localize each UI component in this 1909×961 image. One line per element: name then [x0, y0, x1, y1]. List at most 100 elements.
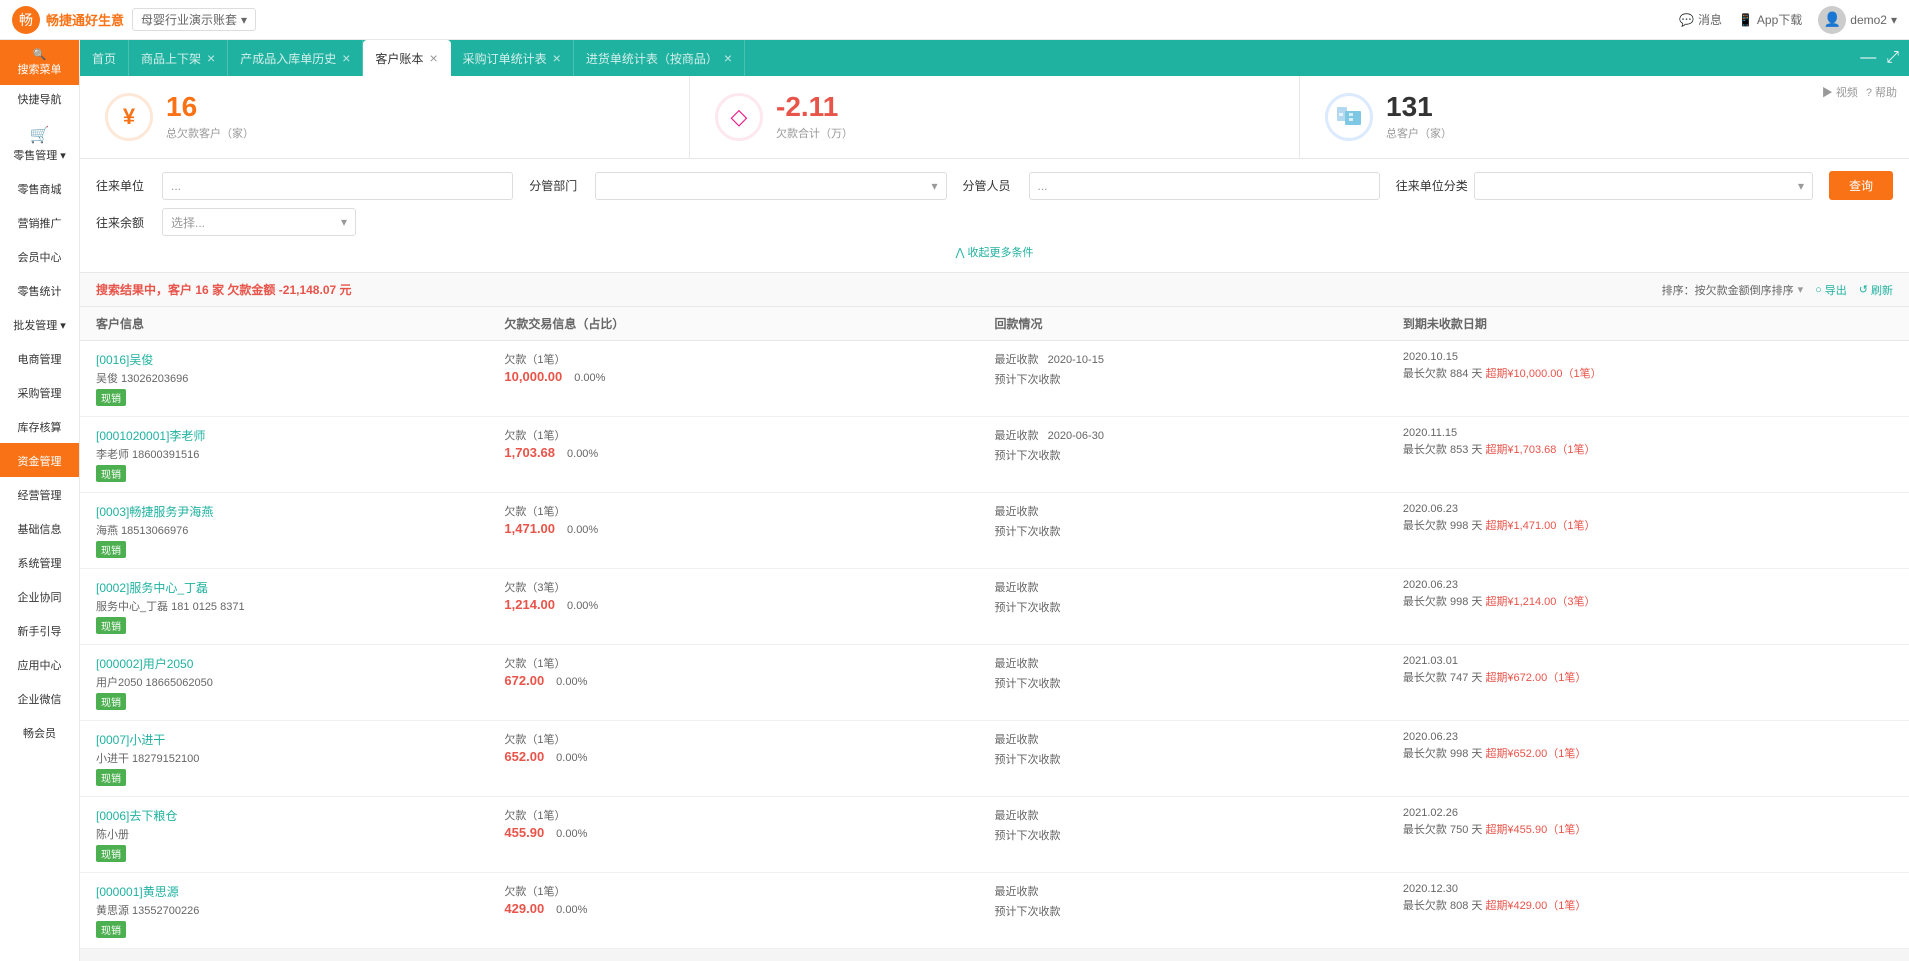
app-download-button[interactable]: 📱 App下载: [1738, 11, 1802, 28]
export-button[interactable]: ○ 导出: [1815, 282, 1847, 298]
overdue-link-0003[interactable]: 超期¥1,471.00（1笔）: [1485, 520, 1595, 532]
tab-customer-account[interactable]: 客户账本 ×: [363, 40, 450, 76]
operation-label: 经营管理: [4, 487, 75, 503]
sidebar-item-batch-mgmt[interactable]: 批发管理 ▾: [0, 307, 79, 341]
overdue-link-0016[interactable]: 超期¥10,000.00（1笔）: [1485, 368, 1601, 380]
overdue-link-00010200001[interactable]: 超期¥1,703.68（1笔）: [1485, 444, 1595, 456]
table-header: 客户信息 欠款交易信息（占比） 回款情况 到期未收款日期: [80, 307, 1909, 341]
person-input[interactable]: ...: [1029, 172, 1380, 200]
customer-name-0016[interactable]: [0016]吴俊: [96, 353, 153, 367]
refresh-button[interactable]: ↺ 刷新: [1859, 282, 1893, 298]
return-info-0003: 最近收款 预计下次收款: [995, 503, 1403, 539]
inventory-label: 库存核算: [4, 419, 75, 435]
dept-select[interactable]: ▾: [595, 172, 946, 200]
table-row: [0002]服务中心_丁磊 服务中心_丁磊 181 0125 8371 现销 欠…: [80, 569, 1909, 645]
unit-class-select[interactable]: ▾: [1474, 172, 1813, 200]
debt-info-0007: 欠款（1笔） 652.00 0.00%: [504, 731, 994, 766]
sidebar-item-retail-stats[interactable]: 零售统计: [0, 273, 79, 307]
sidebar-item-marketing[interactable]: 营销推广: [0, 205, 79, 239]
collapse-button[interactable]: ⋀ 收起更多条件: [955, 244, 1033, 260]
retail-stats-label: 零售统计: [4, 283, 75, 299]
overdue-link-0006[interactable]: 超期¥455.90（1笔）: [1485, 824, 1586, 836]
customer-name-000001[interactable]: [000001]黄思源: [96, 885, 179, 899]
sidebar-item-membership[interactable]: 会员中心: [0, 239, 79, 273]
tab-purchase-order-stats-close[interactable]: ×: [553, 50, 561, 66]
due-days-0003: 最长欠款 998 天 超期¥1,471.00（1笔）: [1403, 517, 1893, 533]
return-next-000001: 预计下次收款: [995, 903, 1403, 919]
video-button[interactable]: ▶ 视频: [1822, 84, 1858, 100]
due-info-0003: 2020.06.23 最长欠款 998 天 超期¥1,471.00（1笔）: [1403, 503, 1893, 533]
tab-purchase-stats-product[interactable]: 进货单统计表（按商品） ×: [574, 40, 745, 76]
sort-selector[interactable]: 排序：按欠款金额倒序排序 ▾: [1662, 282, 1804, 298]
tab-customer-account-label: 客户账本: [375, 50, 423, 67]
sidebar-item-basic-info[interactable]: 基础信息: [0, 511, 79, 545]
stat-total-customers-content: 131 总客户（家）: [1386, 93, 1452, 141]
customer-name-0002[interactable]: [0002]服务中心_丁磊: [96, 581, 208, 595]
table-row: [0001020001]李老师 李老师 18600391516 现销 欠款（1笔…: [80, 417, 1909, 493]
sidebar-item-retail-mgmt[interactable]: 🛒 零售管理 ▾: [0, 117, 79, 171]
balance-select[interactable]: 选择... ▾: [162, 208, 356, 236]
filter-dept: 分管部门 ▾: [529, 172, 946, 200]
tab-production-history[interactable]: 产成品入库单历史 ×: [228, 40, 363, 76]
stat-debt-total-label: 欠款合计（万）: [776, 125, 853, 141]
results-amount-prefix: 欠款金额: [227, 283, 275, 297]
sidebar-item-finance[interactable]: 资金管理: [0, 443, 79, 477]
sidebar-item-app-center[interactable]: 应用中心: [0, 647, 79, 681]
user-profile[interactable]: 👤 demo2 ▾: [1818, 6, 1897, 34]
customer-tag-0002: 现销: [96, 617, 126, 634]
sidebar-item-system[interactable]: 系统管理: [0, 545, 79, 579]
message-button[interactable]: 💬 消息: [1679, 11, 1722, 28]
search-menu-button[interactable]: 🔍 搜索菜单: [0, 40, 79, 85]
overdue-link-000001[interactable]: 超期¥429.00（1笔）: [1485, 900, 1586, 912]
customer-tag-000002: 现销: [96, 693, 126, 710]
stat-debt-customers: ¥ 16 总欠款客户（家）: [80, 76, 690, 158]
customer-name-00010200001[interactable]: [0001020001]李老师: [96, 429, 205, 443]
data-table: 客户信息 欠款交易信息（占比） 回款情况 到期未收款日期 [0016]吴俊 吴俊…: [80, 307, 1909, 949]
debt-count-0016: 欠款（1笔）: [504, 351, 994, 367]
tab-minimize-button[interactable]: —: [1858, 47, 1878, 69]
customer-name-0007[interactable]: [0007]小进干: [96, 733, 165, 747]
sidebar-item-retail-store[interactable]: 零售商城: [0, 171, 79, 205]
store-selector[interactable]: 母婴行业演示账套 ▾: [132, 8, 256, 31]
sidebar-item-corp-wechat[interactable]: 企业微信: [0, 681, 79, 715]
customer-name-0006[interactable]: [0006]去下粮仓: [96, 809, 177, 823]
tab-purchase-order-stats[interactable]: 采购订单统计表 ×: [451, 40, 574, 76]
overdue-link-000002[interactable]: 超期¥672.00（1笔）: [1485, 672, 1586, 684]
tab-purchase-stats-product-close[interactable]: ×: [724, 50, 732, 66]
due-date-0002: 2020.06.23: [1403, 579, 1893, 591]
tab-production-history-close[interactable]: ×: [342, 50, 350, 66]
sidebar-item-inventory[interactable]: 库存核算: [0, 409, 79, 443]
customer-name-000002[interactable]: [000002]用户2050: [96, 657, 193, 671]
debt-percent-000001: 0.00%: [556, 904, 587, 916]
due-days-00010200001: 最长欠款 853 天 超期¥1,703.68（1笔）: [1403, 441, 1893, 457]
tab-maximize-button[interactable]: ⤢: [1884, 47, 1901, 69]
search-icon: 🔍: [6, 48, 73, 61]
sidebar-item-corp-collab[interactable]: 企业协同: [0, 579, 79, 613]
debt-percent-000002: 0.00%: [556, 676, 587, 688]
sidebar-item-member-vip[interactable]: 畅会员: [0, 715, 79, 749]
stat-debt-customers-content: 16 总欠款客户（家）: [166, 93, 254, 141]
tab-customer-account-close[interactable]: ×: [429, 50, 437, 66]
sidebar-item-newbie[interactable]: 新手引导: [0, 613, 79, 647]
help-button[interactable]: ? 帮助: [1866, 84, 1897, 100]
sidebar-item-ecommerce[interactable]: 电商管理: [0, 341, 79, 375]
sidebar-item-quick-nav[interactable]: 快捷导航: [0, 85, 79, 113]
sidebar-item-operation[interactable]: 经营管理: [0, 477, 79, 511]
query-button[interactable]: 查询: [1829, 171, 1893, 200]
debt-amount-000001: 429.00: [504, 901, 544, 916]
tab-product-listing-close[interactable]: ×: [207, 50, 215, 66]
debt-count-0007: 欠款（1笔）: [504, 731, 994, 747]
tab-home[interactable]: 首页: [80, 40, 129, 76]
sidebar-item-purchase[interactable]: 采购管理: [0, 375, 79, 409]
from-unit-input[interactable]: ...: [162, 172, 513, 200]
body-wrapper: 🔍 搜索菜单 快捷导航 🛒 零售管理 ▾ 零售商城 营销推广 会员中心: [0, 40, 1909, 961]
overdue-link-0007[interactable]: 超期¥652.00（1笔）: [1485, 748, 1586, 760]
table-row: [000002]用户2050 用户2050 18665062050 现销 欠款（…: [80, 645, 1909, 721]
customer-phone-0003: 海燕 18513066976: [96, 522, 504, 538]
tab-product-listing[interactable]: 商品上下架 ×: [129, 40, 228, 76]
overdue-link-0002[interactable]: 超期¥1,214.00（3笔）: [1485, 596, 1595, 608]
customer-name-0003[interactable]: [0003]畅捷服务尹海燕: [96, 505, 213, 519]
table-row: [0003]畅捷服务尹海燕 海燕 18513066976 现销 欠款（1笔） 1…: [80, 493, 1909, 569]
system-label: 系统管理: [4, 555, 75, 571]
debt-info-0016: 欠款（1笔） 10,000.00 0.00%: [504, 351, 994, 386]
